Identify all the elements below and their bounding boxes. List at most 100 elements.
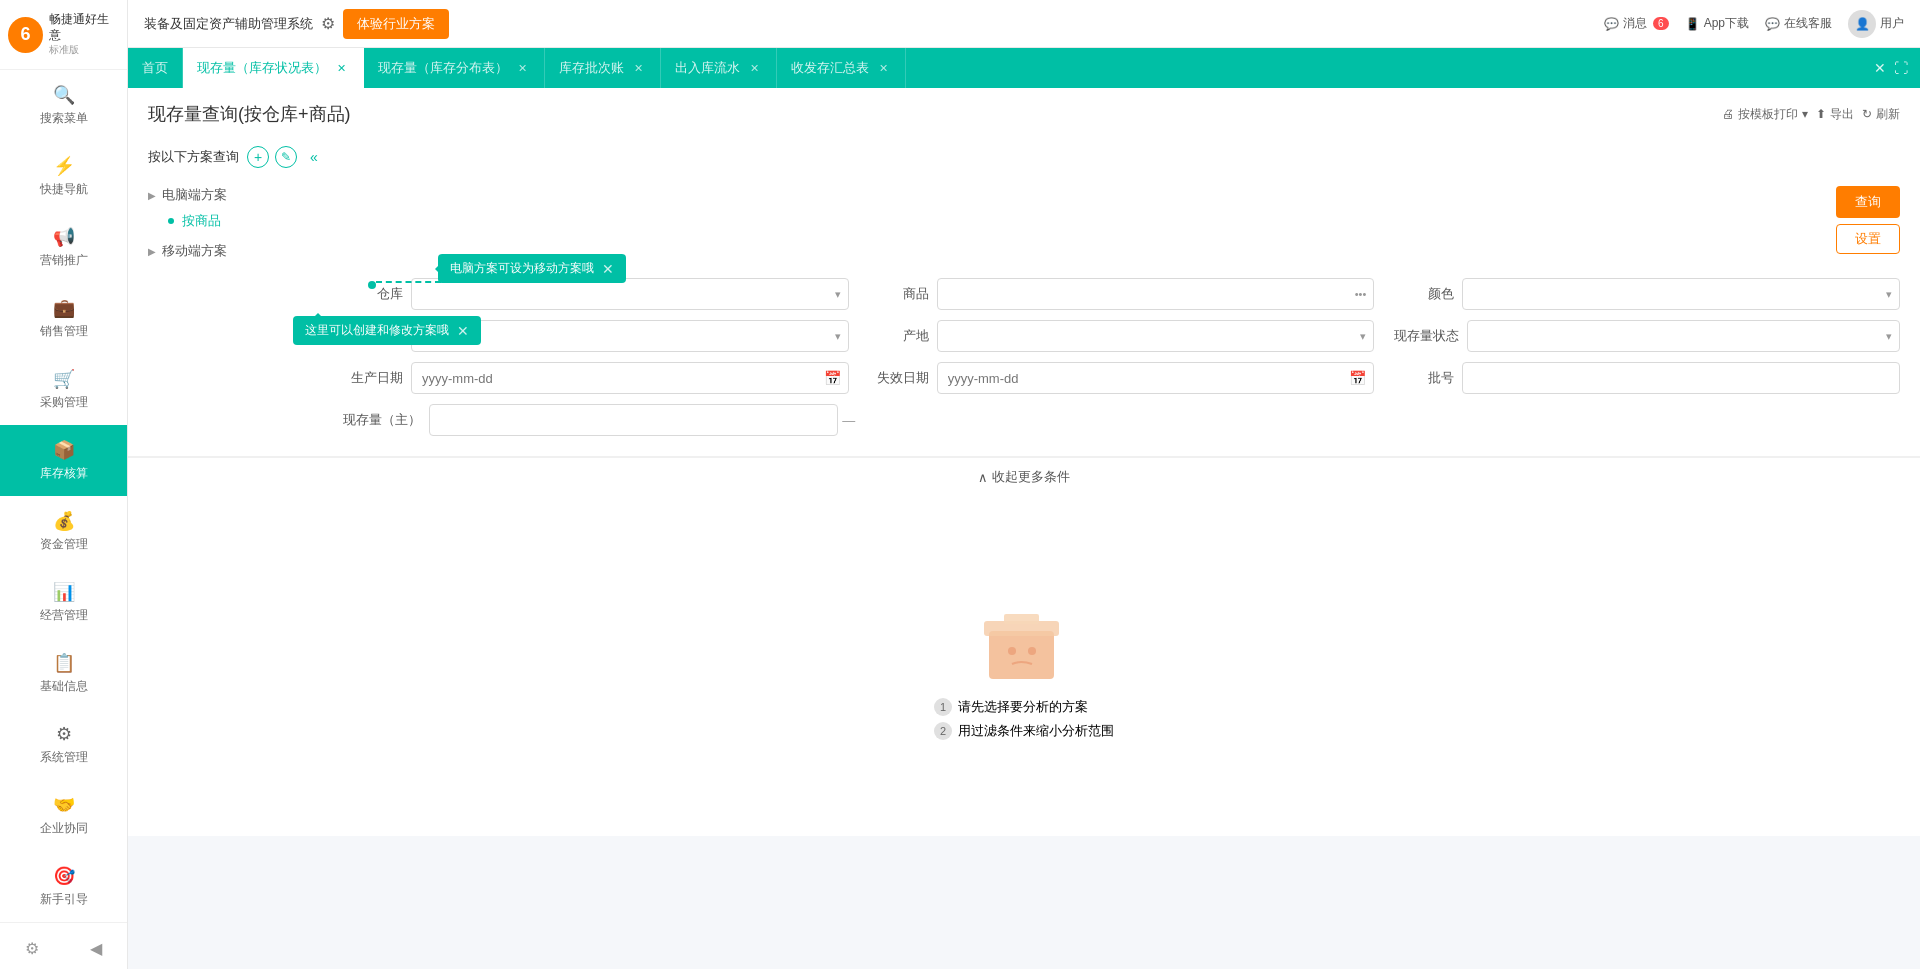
filter-row-stock-main: 现存量（主） —: [343, 404, 855, 436]
base-icon: 📋: [53, 652, 75, 674]
refresh-icon: ↻: [1862, 107, 1872, 121]
goods-input[interactable]: [937, 278, 1375, 310]
print-chevron: ▾: [1802, 107, 1808, 121]
refresh-btn[interactable]: ↻ 刷新: [1862, 106, 1900, 123]
stock-status-input[interactable]: [1467, 320, 1900, 352]
tab-close-all-icon[interactable]: ✕: [1874, 60, 1886, 76]
sidebar-logo[interactable]: 6 畅捷通好生意 标准版: [0, 0, 127, 70]
search-btn[interactable]: 查询: [1836, 186, 1900, 218]
message-action[interactable]: 💬 消息 6: [1604, 15, 1669, 32]
tab-summary-close[interactable]: ✕: [875, 60, 891, 76]
tab-home-label: 首页: [142, 59, 168, 77]
empty-tip-1: 1 请先选择要分析的方案: [934, 698, 1114, 716]
sidebar-item-label: 库存核算: [40, 465, 88, 482]
stock-main-label: 现存量（主）: [343, 411, 421, 429]
sidebar-item-corp[interactable]: 🤝 企业协同: [0, 780, 127, 851]
print-label: 按模板打印: [1738, 106, 1798, 123]
tab-flow-close[interactable]: ✕: [746, 60, 762, 76]
tab-stock-status-label: 现存量（库存状况表）: [197, 59, 327, 77]
tab-batch[interactable]: 库存批次账 ✕: [545, 48, 661, 88]
tooltip-pc-close[interactable]: ✕: [602, 261, 614, 277]
tab-home[interactable]: 首页: [128, 48, 183, 88]
sidebar-item-search[interactable]: 🔍 搜索菜单: [0, 70, 127, 141]
filter-row-batch: 批号: [1394, 362, 1900, 394]
tab-stock-status-close[interactable]: ✕: [333, 60, 349, 76]
tooltip-scheme-close[interactable]: ✕: [457, 323, 469, 339]
page-content: 现存量查询(按仓库+商品) 🖨 按模板打印 ▾ ⬆ 导出 ↻ 刷新: [128, 88, 1920, 969]
service-icon: 💬: [1765, 17, 1780, 31]
print-btn[interactable]: 🖨 按模板打印 ▾: [1722, 106, 1808, 123]
svg-point-3: [1008, 647, 1016, 655]
sidebar-nav: 🔍 搜索菜单 ⚡ 快捷导航 📢 营销推广 💼 销售管理 🛒 采购管理 📦 库存核…: [0, 70, 127, 922]
sidebar-item-purchase[interactable]: 🛒 采购管理: [0, 354, 127, 425]
logo-text-block: 畅捷通好生意 标准版: [49, 12, 119, 57]
tab-flow[interactable]: 出入库流水 ✕: [661, 48, 777, 88]
message-icon: 💬: [1604, 17, 1619, 31]
app-download-action[interactable]: 📱 App下载: [1685, 15, 1749, 32]
purchase-icon: 🛒: [53, 368, 75, 390]
add-scheme-btn[interactable]: +: [247, 146, 269, 168]
tooltip-pc: 电脑方案可设为移动方案哦 ✕: [438, 254, 626, 283]
empty-illustration: [974, 586, 1074, 686]
tab-flow-label: 出入库流水: [675, 59, 740, 77]
expire-date-input[interactable]: [937, 362, 1375, 394]
sidebar-item-guide[interactable]: 🎯 新手引导: [0, 851, 127, 922]
stock-range: —: [429, 404, 855, 436]
edit-scheme-btn[interactable]: ✎: [275, 146, 297, 168]
batch-input[interactable]: [1462, 362, 1900, 394]
scheme-group-pc-header[interactable]: ▶ 电脑端方案: [148, 182, 328, 208]
sidebar-item-nav[interactable]: ⚡ 快捷导航: [0, 141, 127, 212]
industry-btn[interactable]: 体验行业方案: [343, 9, 449, 39]
tab-batch-label: 库存批次账: [559, 59, 624, 77]
tab-stock-dist-close[interactable]: ✕: [514, 60, 530, 76]
online-service-action[interactable]: 💬 在线客服: [1765, 15, 1832, 32]
refresh-label: 刷新: [1876, 106, 1900, 123]
filter-section: 按以下方案查询 + ✎ « 电脑方案可设为移动方案哦 ✕: [128, 136, 1920, 457]
filter-actions: + ✎ «: [247, 146, 325, 168]
tab-batch-close[interactable]: ✕: [630, 60, 646, 76]
produce-date-label: 生产日期: [343, 369, 403, 387]
scheme-group-mobile: ▶ 移动端方案: [148, 238, 328, 264]
produce-date-input[interactable]: [411, 362, 849, 394]
tip-text-1: 请先选择要分析的方案: [958, 698, 1088, 716]
scheme-item-goods[interactable]: 按商品: [148, 208, 328, 234]
sidebar-item-system[interactable]: ⚙ 系统管理: [0, 709, 127, 780]
sidebar-item-marketing[interactable]: 📢 营销推广: [0, 212, 127, 283]
inventory-icon: 📦: [53, 439, 75, 461]
expire-date-label: 失效日期: [869, 369, 929, 387]
settings-footer-btn[interactable]: ⚙: [21, 935, 43, 962]
export-btn[interactable]: ⬆ 导出: [1816, 106, 1854, 123]
sidebar-item-label: 新手引导: [40, 891, 88, 908]
more-conditions-btn[interactable]: ∧ 收起更多条件: [978, 468, 1070, 486]
tab-fullscreen-icon[interactable]: ⛶: [1894, 60, 1908, 76]
tab-summary[interactable]: 收发存汇总表 ✕: [777, 48, 906, 88]
sidebar-item-base[interactable]: 📋 基础信息: [0, 638, 127, 709]
logo-sub: 标准版: [49, 43, 119, 57]
scheme-group-pc-label: 电脑端方案: [162, 186, 227, 204]
collapse-footer-btn[interactable]: ◀: [86, 935, 106, 962]
set-btn[interactable]: 设置: [1836, 224, 1900, 254]
system-settings-icon[interactable]: ⚙: [321, 14, 335, 33]
sidebar-footer: ⚙ ◀: [0, 922, 127, 969]
topbar-right: 💬 消息 6 📱 App下载 💬 在线客服 👤 用户: [1604, 10, 1904, 38]
corp-icon: 🤝: [53, 794, 75, 816]
tab-stock-dist[interactable]: 现存量（库存分布表） ✕: [364, 48, 545, 88]
arrow-left-btn[interactable]: «: [303, 146, 325, 168]
origin-select-wrap: ▾: [937, 320, 1375, 352]
sidebar-item-sales[interactable]: 💼 销售管理: [0, 283, 127, 354]
color-input[interactable]: [1462, 278, 1900, 310]
origin-label: 产地: [869, 327, 929, 345]
stock-range-min[interactable]: [429, 404, 838, 436]
tooltip-pc-text: 电脑方案可设为移动方案哦: [450, 260, 594, 277]
page-actions: 🖨 按模板打印 ▾ ⬆ 导出 ↻ 刷新: [1722, 106, 1900, 123]
origin-input[interactable]: [937, 320, 1375, 352]
sidebar-item-inventory[interactable]: 📦 库存核算: [0, 425, 127, 496]
expire-date-wrap: 📅: [937, 362, 1375, 394]
scheme-group-mobile-header[interactable]: ▶ 移动端方案: [148, 238, 328, 264]
sidebar-item-finance[interactable]: 💰 资金管理: [0, 496, 127, 567]
tab-stock-status[interactable]: 现存量（库存状况表） ✕: [183, 48, 364, 88]
filter-row-expire-date: 失效日期 📅: [869, 362, 1375, 394]
svg-rect-2: [1004, 614, 1039, 624]
user-action[interactable]: 👤 用户: [1848, 10, 1904, 38]
sidebar-item-management[interactable]: 📊 经营管理: [0, 567, 127, 638]
